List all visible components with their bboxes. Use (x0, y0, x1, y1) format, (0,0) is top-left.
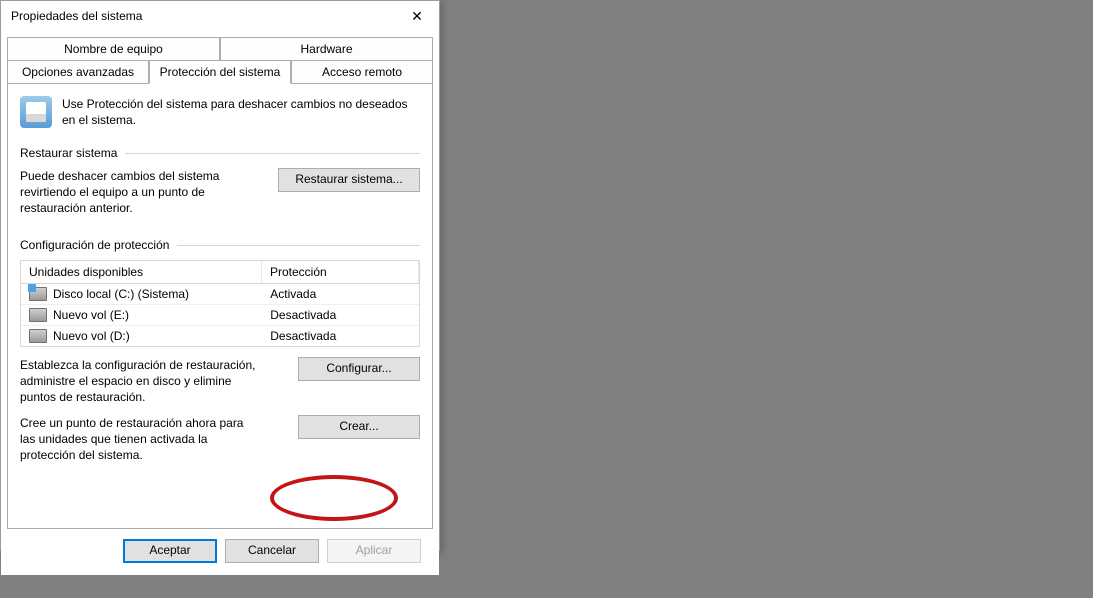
group-restore-label: Restaurar sistema (20, 146, 117, 160)
close-button[interactable]: ✕ (395, 1, 439, 31)
create-description: Cree un punto de restauración ahora para… (20, 415, 260, 463)
drive-name-cell: Nuevo vol (D:) (21, 326, 262, 346)
cancel-button[interactable]: Cancelar (225, 539, 319, 563)
drives-header: Unidades disponibles Protección (21, 261, 419, 284)
configure-description: Establezca la configuración de restaurac… (20, 357, 260, 405)
group-restore-system: Restaurar sistema (20, 146, 420, 160)
configure-button[interactable]: Configurar... (298, 357, 420, 381)
intro-text: Use Protección del sistema para deshacer… (62, 96, 420, 128)
drive-name: Nuevo vol (E:) (53, 308, 129, 322)
restore-row: Puede deshacer cambios del sistema revir… (20, 168, 420, 216)
tab-system-protection[interactable]: Protección del sistema (149, 60, 291, 84)
drive-row[interactable]: Nuevo vol (D:) Desactivada (21, 326, 419, 346)
col-header-drive[interactable]: Unidades disponibles (21, 261, 262, 283)
col-header-protection[interactable]: Protección (262, 261, 419, 283)
restore-description: Puede deshacer cambios del sistema revir… (20, 168, 230, 216)
drive-row[interactable]: Disco local (C:) (Sistema) Activada (21, 284, 419, 305)
create-button[interactable]: Crear... (298, 415, 420, 439)
separator-line (125, 153, 420, 154)
drive-protection-cell: Desactivada (262, 326, 419, 346)
create-row: Cree un punto de restauración ahora para… (20, 415, 420, 463)
drive-name-cell: Disco local (C:) (Sistema) (21, 284, 262, 304)
dialog-button-row: Aceptar Cancelar Aplicar (7, 529, 433, 575)
tab-panel: Use Protección del sistema para deshacer… (7, 83, 433, 529)
tab-hardware[interactable]: Hardware (220, 37, 433, 60)
drive-name: Disco local (C:) (Sistema) (53, 287, 189, 301)
close-icon: ✕ (411, 8, 423, 25)
ok-button[interactable]: Aceptar (123, 539, 217, 563)
tab-remote-access[interactable]: Acceso remoto (291, 60, 433, 83)
separator-line (177, 245, 420, 246)
tab-computer-name[interactable]: Nombre de equipo (7, 37, 220, 60)
drive-row[interactable]: Nuevo vol (E:) Desactivada (21, 305, 419, 326)
window-title: Propiedades del sistema (11, 9, 142, 23)
drives-list: Unidades disponibles Protección Disco lo… (20, 260, 420, 347)
system-protection-icon (20, 96, 52, 128)
titlebar: Propiedades del sistema ✕ (1, 1, 439, 31)
dialog-body: Nombre de equipo Hardware Opciones avanz… (1, 31, 439, 575)
restore-system-button[interactable]: Restaurar sistema... (278, 168, 420, 192)
intro-row: Use Protección del sistema para deshacer… (20, 96, 420, 128)
drive-icon (29, 308, 47, 322)
drive-name: Nuevo vol (D:) (53, 329, 130, 343)
drive-icon (29, 287, 47, 301)
group-protection-config: Configuración de protección (20, 238, 420, 252)
annotation-ellipse (270, 475, 398, 521)
drive-icon (29, 329, 47, 343)
drive-name-cell: Nuevo vol (E:) (21, 305, 262, 325)
configure-row: Establezca la configuración de restaurac… (20, 357, 420, 405)
tab-advanced-options[interactable]: Opciones avanzadas (7, 60, 149, 83)
tabstrip: Nombre de equipo Hardware Opciones avanz… (7, 37, 433, 84)
group-protection-label: Configuración de protección (20, 238, 169, 252)
drive-protection-cell: Desactivada (262, 305, 419, 325)
system-properties-dialog: Propiedades del sistema ✕ Nombre de equi… (0, 0, 440, 551)
drive-protection-cell: Activada (262, 284, 419, 304)
apply-button: Aplicar (327, 539, 421, 563)
